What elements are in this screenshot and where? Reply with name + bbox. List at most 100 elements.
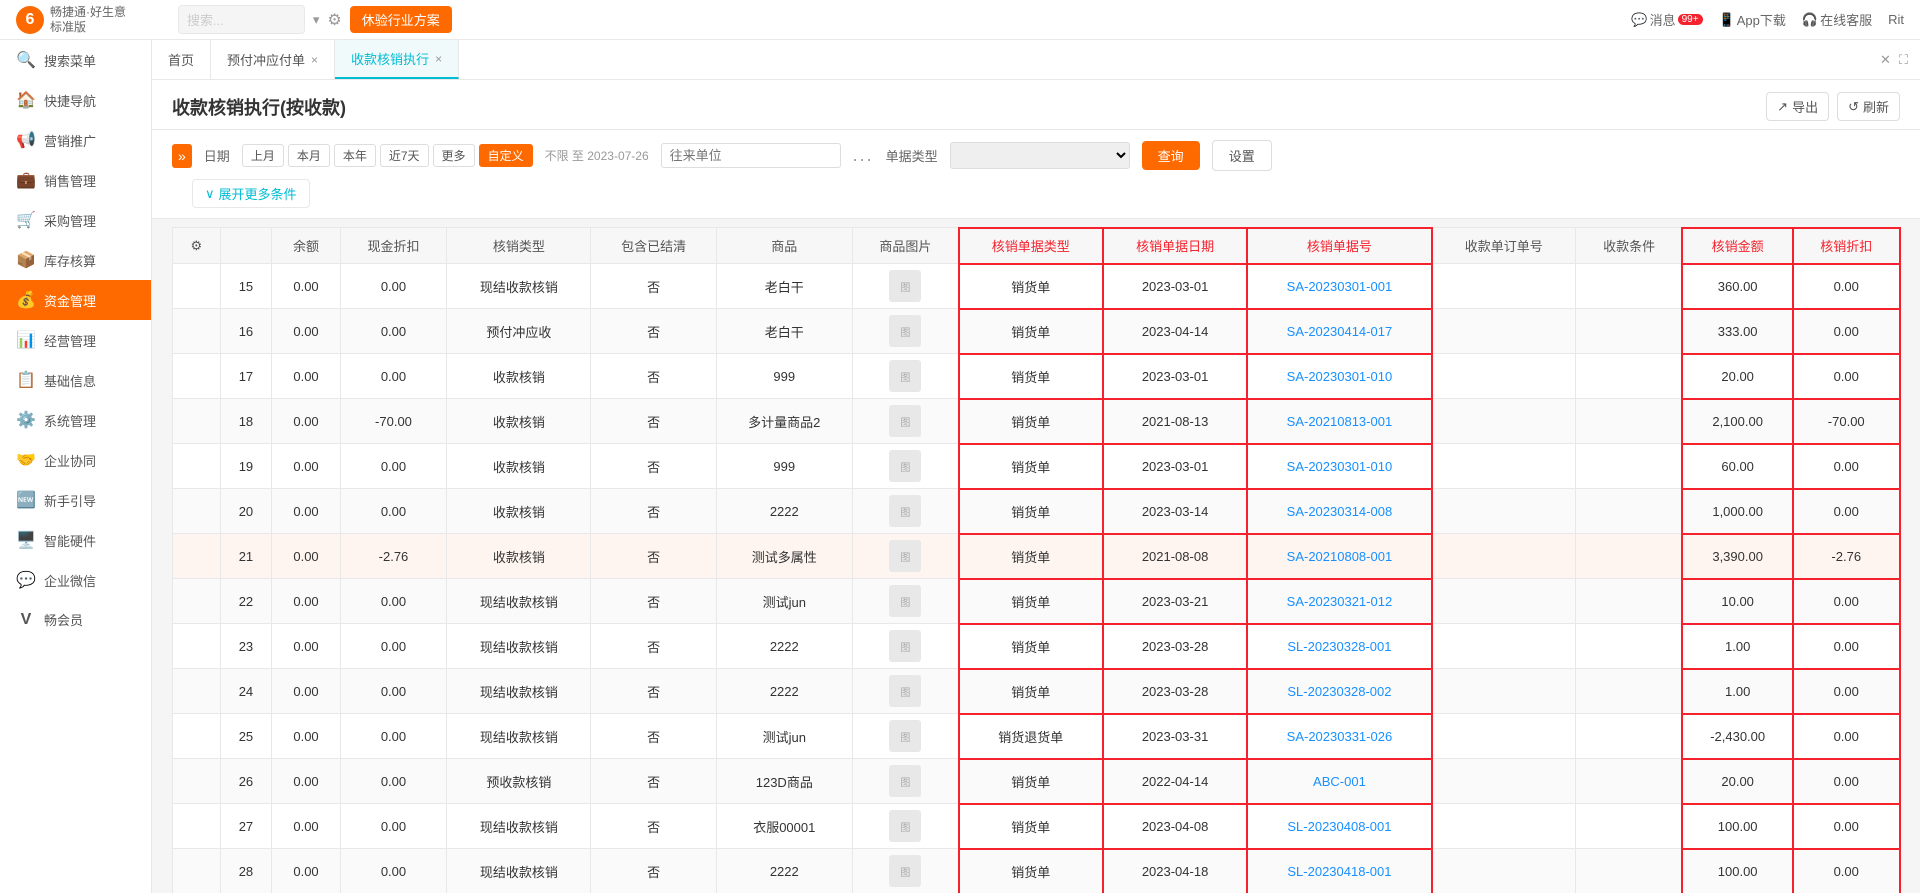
col-cash-discount: 0.00 (340, 624, 446, 669)
col-settings (173, 759, 221, 804)
col-writeoff-date: 2023-04-14 (1103, 309, 1247, 354)
sidebar-item-operation[interactable]: 📊 经营管理 (0, 320, 151, 360)
voucher-type-select[interactable] (950, 142, 1130, 169)
col-has-settled: 否 (591, 489, 716, 534)
col-writeoff-amount: 60.00 (1682, 444, 1793, 489)
col-cash-discount-header: 现金折扣 (340, 228, 446, 264)
col-writeoff-no: SA-20230314-008 (1247, 489, 1431, 534)
col-writeoff-voucher-type: 销货单 (959, 444, 1103, 489)
refresh-button[interactable]: ↺ 刷新 (1837, 92, 1900, 121)
col-goods: 测试多属性 (716, 534, 852, 579)
col-writeoff-type: 预收款核销 (447, 759, 591, 804)
col-writeoff-discount: 0.00 (1793, 624, 1900, 669)
industry-btn[interactable]: 休验行业方案 (350, 6, 452, 33)
col-receipt-condition (1576, 849, 1682, 893)
export-button[interactable]: ↗ 导出 (1766, 92, 1829, 121)
expand-more-btn[interactable]: ∨ 展开更多条件 (192, 179, 310, 208)
col-goods: 999 (716, 354, 852, 399)
col-writeoff-no: SA-20230414-017 (1247, 309, 1431, 354)
app-download-icon: 📱 (1719, 12, 1735, 28)
dropdown-arrow-icon[interactable]: ▾ (313, 12, 320, 28)
sidebar-item-search[interactable]: 🔍 搜索菜单 (0, 40, 151, 80)
table-wrapper[interactable]: ⚙ 余额 现金折扣 核销类型 包含已结清 商品 商品图片 核销单据类型 核销单据… (152, 219, 1920, 893)
filter-setting-button[interactable]: 设置 (1212, 140, 1272, 171)
col-receipt-condition (1576, 309, 1682, 354)
sidebar-item-member[interactable]: V 畅会员 (0, 600, 151, 639)
col-settings-header[interactable]: ⚙ (173, 228, 221, 264)
sidebar-item-wechat[interactable]: 💬 企业微信 (0, 560, 151, 600)
col-writeoff-voucher-type: 销货单 (959, 579, 1103, 624)
col-receipt-order-no (1432, 579, 1576, 624)
counterparty-dots[interactable]: ... (853, 145, 874, 166)
table-row: 16 0.00 0.00 预付冲应收 否 老白干 图 销货单 2023-04-1… (173, 309, 1900, 354)
col-writeoff-discount: 0.00 (1793, 759, 1900, 804)
filter-this-month-btn[interactable]: 本月 (288, 144, 330, 167)
query-button[interactable]: 查询 (1142, 141, 1200, 170)
col-balance: 0.00 (272, 714, 341, 759)
col-has-settled: 否 (591, 624, 716, 669)
col-goods: 2222 (716, 489, 852, 534)
col-goods-image: 图 (852, 579, 958, 624)
sidebar-item-quicknav[interactable]: 🏠 快捷导航 (0, 80, 151, 120)
filter-last-month-btn[interactable]: 上月 (242, 144, 284, 167)
col-writeoff-amount: 20.00 (1682, 354, 1793, 399)
col-receipt-condition (1576, 534, 1682, 579)
col-has-settled: 否 (591, 759, 716, 804)
settings-button[interactable]: ⚙ (327, 10, 341, 30)
sidebar-item-guide[interactable]: 🆕 新手引导 (0, 480, 151, 520)
col-balance: 0.00 (272, 804, 341, 849)
col-writeoff-type: 现结收款核销 (447, 804, 591, 849)
col-cash-discount: 0.00 (340, 579, 446, 624)
col-writeoff-amount: 333.00 (1682, 309, 1793, 354)
tab-writeoff[interactable]: 收款核销执行 × (335, 40, 459, 79)
base-icon: 📋 (16, 370, 36, 390)
col-writeoff-discount: 0.00 (1793, 444, 1900, 489)
col-receipt-order-no (1432, 264, 1576, 309)
sidebar-item-system[interactable]: ⚙️ 系统管理 (0, 400, 151, 440)
tab-prepay-close[interactable]: × (311, 53, 318, 67)
col-receipt-order-no (1432, 534, 1576, 579)
table-row: 20 0.00 0.00 收款核销 否 2222 图 销货单 2023-03-1… (173, 489, 1900, 534)
col-balance: 0.00 (272, 354, 341, 399)
filter-7days-btn[interactable]: 近7天 (380, 144, 429, 167)
sidebar-item-label: 销售管理 (44, 171, 96, 190)
filter-collapse-btn[interactable]: » (172, 144, 192, 168)
tab-home[interactable]: 首页 (152, 40, 211, 79)
col-writeoff-date: 2021-08-08 (1103, 534, 1247, 579)
message-badge: 99+ (1678, 14, 1703, 25)
message-item[interactable]: 💬 消息 99+ (1631, 10, 1702, 29)
sidebar-item-marketing[interactable]: 📢 营销推广 (0, 120, 151, 160)
sidebar-item-label: 企业微信 (44, 571, 96, 590)
col-goods: 2222 (716, 669, 852, 714)
sidebar-item-purchase[interactable]: 🛒 采购管理 (0, 200, 151, 240)
sidebar-item-sales[interactable]: 💼 销售管理 (0, 160, 151, 200)
app-download-label: App下载 (1737, 10, 1786, 29)
col-writeoff-no: SL-20230418-001 (1247, 849, 1431, 893)
close-all-icon[interactable]: ✕ (1880, 52, 1891, 68)
col-writeoff-voucher-type: 销货退货单 (959, 714, 1103, 759)
expand-icon[interactable]: ⛶ (1899, 52, 1908, 68)
sidebar-item-inventory[interactable]: 📦 库存核算 (0, 240, 151, 280)
col-no: 15 (220, 264, 272, 309)
message-label: 消息 (1650, 10, 1676, 29)
sidebar-item-hardware[interactable]: 🖥️ 智能硬件 (0, 520, 151, 560)
col-receipt-order-no (1432, 354, 1576, 399)
sidebar-item-finance[interactable]: 💰 资金管理 (0, 280, 151, 320)
filter-custom-btn[interactable]: 自定义 (479, 144, 533, 167)
sidebar-item-corp[interactable]: 🤝 企业协同 (0, 440, 151, 480)
col-balance: 0.00 (272, 669, 341, 714)
col-cash-discount: 0.00 (340, 714, 446, 759)
col-writeoff-voucher-type: 销货单 (959, 534, 1103, 579)
col-writeoff-date: 2023-04-18 (1103, 849, 1247, 893)
filter-this-year-btn[interactable]: 本年 (334, 144, 376, 167)
tab-writeoff-close[interactable]: × (435, 52, 442, 66)
refresh-icon: ↺ (1848, 99, 1859, 115)
tab-prepay[interactable]: 预付冲应付单 × (211, 40, 335, 79)
counterparty-input[interactable] (661, 143, 841, 168)
user-name[interactable]: Rit (1888, 12, 1904, 27)
sidebar-item-base[interactable]: 📋 基础信息 (0, 360, 151, 400)
col-goods: 多计量商品2 (716, 399, 852, 444)
filter-more-btn[interactable]: 更多 (433, 144, 475, 167)
online-service-item[interactable]: 🎧 在线客服 (1802, 10, 1872, 29)
app-download-item[interactable]: 📱 App下载 (1719, 10, 1786, 29)
